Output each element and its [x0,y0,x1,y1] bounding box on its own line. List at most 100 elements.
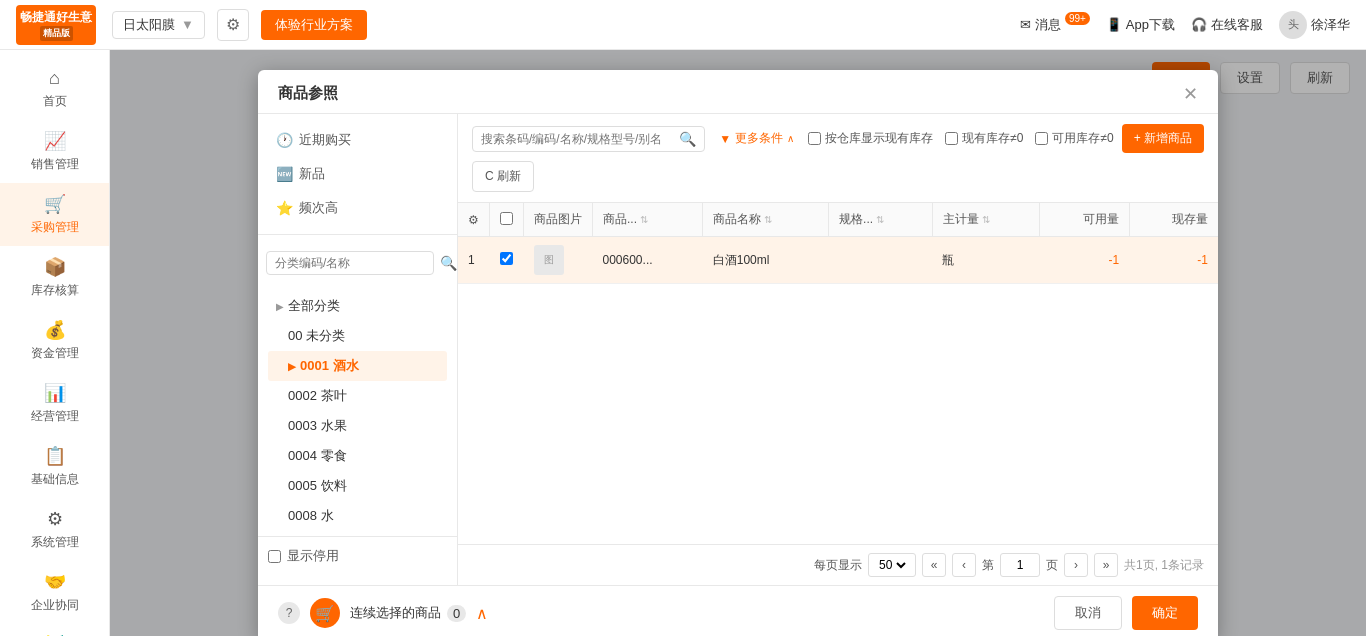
refresh-button[interactable]: C 刷新 [472,161,534,192]
category-search-icon[interactable]: 🔍 [440,255,457,271]
sidebar-business-label: 经营管理 [31,408,79,425]
username: 徐泽华 [1311,16,1350,34]
tree-item-liquor[interactable]: ▶ 0001 酒水 [268,351,447,381]
per-page-label: 每页显示 [814,557,862,574]
prev-page-button[interactable]: ‹ [952,553,976,577]
tree-arrow-all: ▶ [276,301,284,312]
confirm-button[interactable]: 确定 [1132,596,1198,630]
footer-collapse-icon[interactable]: ∧ [476,604,488,623]
sidebar-item-basic[interactable]: 📋 基础信息 [0,435,109,498]
th-code[interactable]: 商品... ⇅ [593,203,703,237]
app-download-button[interactable]: 📱 App下载 [1106,16,1175,34]
sort-name-icon: ⇅ [764,214,772,225]
show-disabled-label[interactable]: 显示停用 [268,547,447,565]
product-search-icon[interactable]: 🔍 [679,131,696,147]
tab-recent-purchase[interactable]: 🕐 近期购买 [266,124,449,156]
cell-check[interactable] [490,237,524,284]
logo: 畅捷通好生意 精品版 [16,5,96,45]
show-disabled-checkbox[interactable] [268,550,281,563]
check-current-stock[interactable]: 现有库存≠0 [945,130,1023,147]
user-profile[interactable]: 头 徐泽华 [1279,11,1350,39]
tree-label-0008: 0008 水 [288,507,334,525]
filter-arrow-icon: ∧ [787,133,794,144]
sidebar-item-inventory[interactable]: 📦 库存核算 [0,246,109,309]
page-word2: 页 [1046,557,1058,574]
check-warehouse-stock[interactable]: 按仓库显示现有库存 [808,130,933,147]
last-page-button[interactable]: » [1094,553,1118,577]
sidebar-item-home[interactable]: ⌂ 首页 [0,58,109,120]
home-icon: ⌂ [49,68,60,89]
total-info: 共1页, 1条记录 [1124,557,1204,574]
experience-button[interactable]: 体验行业方案 [261,10,367,40]
th-settings[interactable]: ⚙ [458,203,490,237]
tree-label-0002: 0002 茶叶 [288,387,347,405]
settings-icon[interactable]: ⚙ [217,9,249,41]
th-name[interactable]: 商品名称 ⇅ [703,203,829,237]
help-button[interactable]: ? [278,602,300,624]
sidebar-item-business[interactable]: 📊 经营管理 [0,372,109,435]
sidebar-item-finance[interactable]: 💰 资金管理 [0,309,109,372]
per-page-select[interactable]: 50 [875,557,909,573]
sidebar-enterprise-label: 企业协同 [31,597,79,614]
left-tabs: 🕐 近期购买 🆕 新品 ⭐ 频次高 [258,124,457,224]
tree-item-all[interactable]: ▶ 全部分类 [268,291,447,321]
sidebar-item-system[interactable]: ⚙ 系统管理 [0,498,109,561]
brand-selector[interactable]: 日太阳膜 ▼ [112,11,205,39]
checkbox-warehouse[interactable] [808,132,821,145]
message-label: 消息 [1035,16,1061,34]
logo-sub: 精品版 [40,26,73,41]
tree-item-tea[interactable]: 0002 茶叶 [268,381,447,411]
tree-item-fruit[interactable]: 0003 水果 [268,411,447,441]
first-page-button[interactable]: « [922,553,946,577]
checkbox-current[interactable] [945,132,958,145]
select-all-checkbox[interactable] [500,212,513,225]
cancel-button[interactable]: 取消 [1054,596,1122,630]
product-thumbnail: 图 [534,245,564,275]
filter-more-button[interactable]: ▼ 更多条件 ∧ [713,126,800,151]
logo-title: 畅捷通好生意 [20,9,92,26]
sort-unit-icon: ⇅ [982,214,990,225]
cell-spec [829,237,933,284]
th-unit[interactable]: 主计量 ⇅ [932,203,1039,237]
tab-high-frequency[interactable]: ⭐ 频次高 [266,192,449,224]
tree-item-water[interactable]: 0008 水 [268,501,447,531]
filter-checkboxes: 按仓库显示现有库存 现有库存≠0 可用库存≠0 [808,130,1114,147]
cell-code: 000600... [593,237,703,284]
next-page-button[interactable]: › [1064,553,1088,577]
checkbox-available[interactable] [1035,132,1048,145]
modal-close-button[interactable]: ✕ [1183,85,1198,103]
add-product-button[interactable]: + 新增商品 [1122,124,1204,153]
sidebar-item-guide[interactable]: 🔰 新手引导 [0,624,109,636]
cart-icon[interactable]: 🛒 [310,598,340,628]
service-button[interactable]: 🎧 在线客服 [1191,16,1263,34]
sidebar-item-purchase[interactable]: 🛒 采购管理 [0,183,109,246]
modal-body: 🕐 近期购买 🆕 新品 ⭐ 频次高 [258,114,1218,585]
th-image: 商品图片 [524,203,593,237]
sidebar-item-sales[interactable]: 📈 销售管理 [0,120,109,183]
tree-label-0004: 0004 零食 [288,447,347,465]
purchase-icon: 🛒 [44,193,66,215]
content-area: 查询 设置 刷新 商品参照 ✕ 🕐 近期购买 [110,50,1366,636]
tree-item-snack[interactable]: 0004 零食 [268,441,447,471]
tree-item-uncategorized[interactable]: 00 未分类 [268,321,447,351]
tree-label-0003: 0003 水果 [288,417,347,435]
new-icon: 🆕 [276,166,293,182]
pagination-bar: 每页显示 50 « ‹ 第 页 › » 共1页, 1条记录 [458,544,1218,585]
th-check [490,203,524,237]
category-search-input[interactable] [266,251,434,275]
recent-icon: 🕐 [276,132,293,148]
tab-new-product[interactable]: 🆕 新品 [266,158,449,190]
check-available-stock[interactable]: 可用库存≠0 [1035,130,1113,147]
sidebar-home-label: 首页 [43,93,67,110]
table-row[interactable]: 1 图 000600... 白酒100ml [458,237,1218,284]
freq-icon: ⭐ [276,200,293,216]
product-search-input[interactable] [481,132,673,146]
tree-item-beverage[interactable]: 0005 饮料 [268,471,447,501]
row-checkbox[interactable] [500,252,513,265]
page-number-input[interactable] [1000,553,1040,577]
navbar: 畅捷通好生意 精品版 日太阳膜 ▼ ⚙ 体验行业方案 ✉ 消息 99+ 📱 Ap… [0,0,1366,50]
th-spec[interactable]: 规格... ⇅ [829,203,933,237]
sort-code-icon: ⇅ [640,214,648,225]
message-button[interactable]: ✉ 消息 99+ [1020,16,1090,34]
sidebar-item-enterprise[interactable]: 🤝 企业协同 [0,561,109,624]
